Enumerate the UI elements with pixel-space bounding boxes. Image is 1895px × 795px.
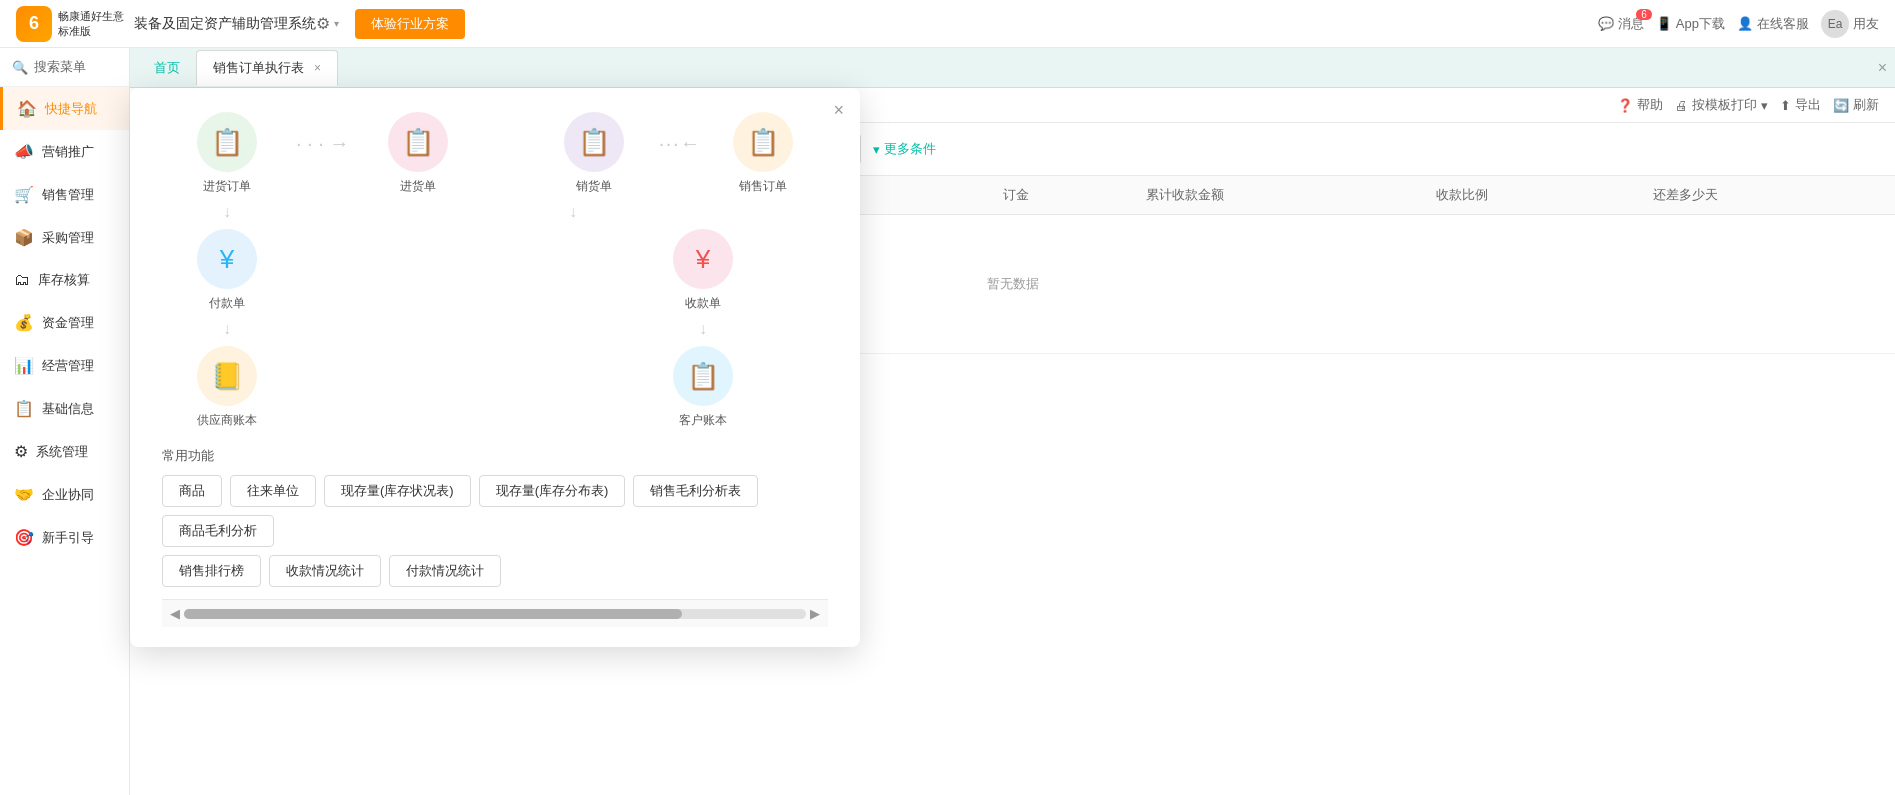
payment-icon: ¥ (197, 229, 257, 289)
func-btn-stock-status[interactable]: 现存量(库存状况表) (324, 475, 471, 507)
purchase-bill-label: 进货单 (400, 178, 436, 195)
common-functions-title: 常用功能 (162, 447, 828, 465)
payment-label: 付款单 (209, 295, 245, 312)
sales-order-icon: 📋 (733, 112, 793, 172)
scroll-right-arrow[interactable]: ▶ (810, 606, 820, 621)
flow-item-purchase-bill[interactable]: 📋 进货单 (353, 112, 483, 195)
func-btn-stock-dist[interactable]: 现存量(库存分布表) (479, 475, 626, 507)
modal-overlay: × 📋 进货订单 · · · → (130, 88, 1895, 795)
receipt-icon: ¥ (673, 229, 733, 289)
func-btn-receipt-stats[interactable]: 收款情况统计 (269, 555, 381, 587)
purchase-order-label: 进货订单 (203, 178, 251, 195)
quick-nav-modal: × 📋 进货订单 · · · → (130, 88, 860, 647)
func-btn-partner[interactable]: 往来单位 (230, 475, 316, 507)
main-area: 🔍 搜索菜单 🏠 快捷导航 📣 营销推广 🛒 销售管理 📦 采购管理 🗂 (0, 48, 1895, 795)
arrow-2: · · · ← (659, 132, 698, 175)
customer-ledger-icon: 📋 (673, 346, 733, 406)
flow-item-customer-ledger[interactable]: 📋 客户账本 (638, 346, 768, 429)
flow-item-receipt[interactable]: ¥ 收款单 (638, 229, 768, 312)
func-btn-sales-margin[interactable]: 销售毛利分析表 (633, 475, 758, 507)
receipt-label: 收款单 (685, 295, 721, 312)
func-btn-sales-rank[interactable]: 销售排行榜 (162, 555, 261, 587)
arrow-1: · · · → (296, 132, 349, 175)
modal-close-icon[interactable]: × (833, 100, 844, 121)
common-functions-section: 常用功能 商品 往来单位 现存量(库存状况表) 现存量(库存分布表) 销售毛利分… (162, 447, 828, 587)
supplier-ledger-label: 供应商账本 (197, 412, 257, 429)
sales-bill-icon: 📋 (564, 112, 624, 172)
scroll-bar: ◀ ▶ (162, 599, 828, 627)
content-area: 首页 销售订单执行表 × × ❓ 帮助 (130, 48, 1895, 795)
common-functions-buttons: 商品 往来单位 现存量(库存状况表) 现存量(库存分布表) 销售毛利分析表 商品… (162, 475, 828, 547)
flow-arrows-down-row: ↓ ↓ (162, 203, 828, 221)
flow-row-2: ¥ 付款单 ¥ 收款单 (162, 229, 828, 312)
supplier-ledger-icon: 📒 (197, 346, 257, 406)
func-btn-product-margin[interactable]: 商品毛利分析 (162, 515, 274, 547)
content-main: ❓ 帮助 🖨 按模板打印 ▾ ⬆ 导出 🔄 (130, 88, 1895, 795)
flow-row-1: 📋 进货订单 · · · → 📋 进货单 (162, 112, 828, 195)
app-container: 6 畅康通好生意 标准版 装备及固定资产辅助管理系统 ⚙ ▾ 体验行业方案 💬 … (0, 0, 1895, 795)
flow-item-purchase-order[interactable]: 📋 进货订单 (162, 112, 292, 195)
flow-item-payment[interactable]: ¥ 付款单 (162, 229, 292, 312)
common-functions-buttons-2: 销售排行榜 收款情况统计 付款情况统计 (162, 555, 828, 587)
func-btn-payment-stats[interactable]: 付款情况统计 (389, 555, 501, 587)
sales-bill-label: 销货单 (576, 178, 612, 195)
flow-item-supplier-ledger[interactable]: 📒 供应商账本 (162, 346, 292, 429)
customer-ledger-label: 客户账本 (679, 412, 727, 429)
purchase-order-icon: 📋 (197, 112, 257, 172)
scroll-left-arrow[interactable]: ◀ (170, 606, 180, 621)
purchase-bill-icon: 📋 (388, 112, 448, 172)
sales-order-label: 销售订单 (739, 178, 787, 195)
flow-row-3: 📒 供应商账本 📋 客户账本 (162, 346, 828, 429)
flow-diagram: 📋 进货订单 · · · → 📋 进货单 (162, 112, 828, 429)
func-btn-product[interactable]: 商品 (162, 475, 222, 507)
flow-item-sales-order[interactable]: 📋 销售订单 (698, 112, 828, 195)
scroll-track[interactable] (184, 609, 806, 619)
flow-item-sales-bill[interactable]: 📋 销货单 (529, 112, 659, 195)
flow-arrows-down-row-2: ↓ ↓ (162, 320, 828, 338)
scroll-thumb (184, 609, 682, 619)
